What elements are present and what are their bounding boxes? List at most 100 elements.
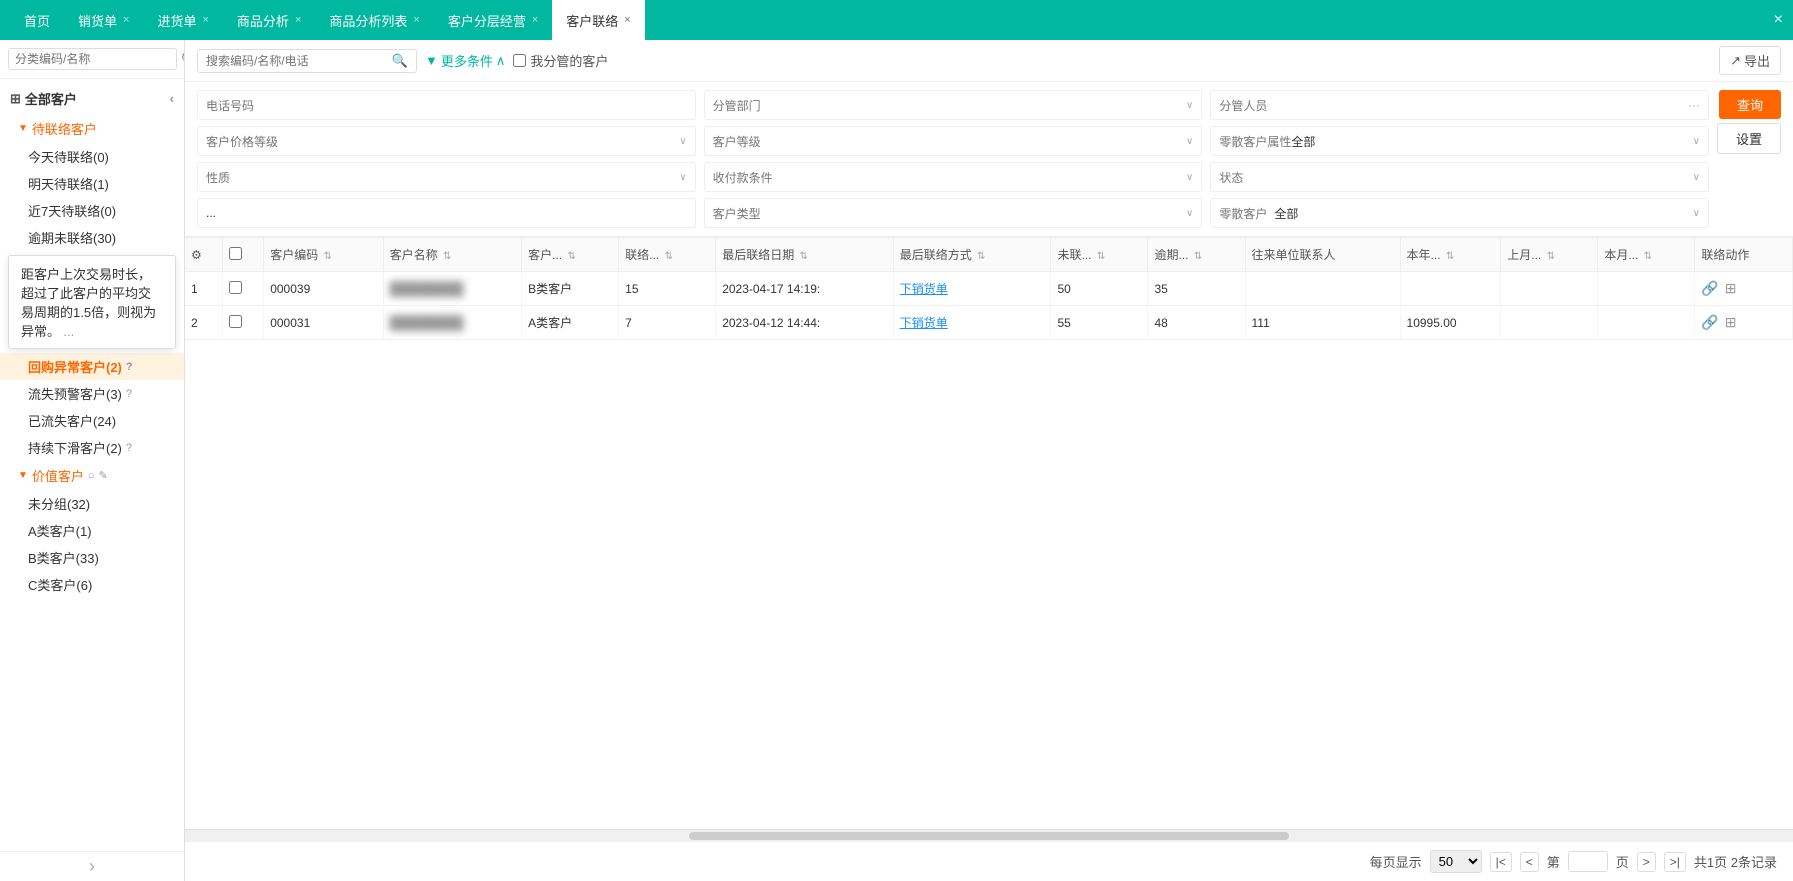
scroll-thumb[interactable]	[689, 832, 1289, 840]
phone-input[interactable]	[261, 98, 687, 112]
more-filters-button[interactable]: ▼ 更多条件 ∧	[425, 51, 505, 70]
filter-price-grade[interactable]: 客户价格等级 ∨	[197, 126, 696, 156]
gender-arrow-icon[interactable]: ∨	[679, 172, 686, 183]
sort-nc-icon[interactable]: ⇅	[1097, 251, 1105, 262]
price-grade-arrow-icon[interactable]: ∨	[679, 136, 686, 147]
last-page-button[interactable]: >|	[1664, 852, 1686, 872]
data-table: ⚙ 客户编码 ⇅ 客户名称 ⇅ 客户... ⇅ 联络... ⇅ 最后联络日期 ⇅…	[185, 238, 1793, 340]
status-arrow-icon[interactable]: ∨	[1693, 172, 1700, 183]
sidebar-overdue-pending[interactable]: 逾期未联络(30)	[0, 224, 184, 251]
my-customers-filter[interactable]: 我分管的客户	[513, 51, 608, 70]
row1-last-method[interactable]: 下销货单	[893, 272, 1051, 306]
sidebar-lost-customers[interactable]: 已流失客户(24)	[0, 407, 184, 434]
col-settings[interactable]: ⚙	[185, 238, 222, 272]
sort-type-icon[interactable]: ⇅	[567, 251, 575, 262]
query-button[interactable]: 查询	[1719, 90, 1781, 119]
nav-purchase-close-icon[interactable]: ×	[202, 14, 208, 26]
sidebar-all-customers[interactable]: ⊞ 全部客户 ‹	[0, 83, 184, 114]
sidebar-collapse-icon[interactable]: ‹	[170, 91, 174, 106]
filter-payment[interactable]: 收付款条件 ∨	[704, 162, 1203, 192]
filter-more-dots[interactable]: ...	[197, 198, 696, 228]
current-page-input[interactable]: 1	[1568, 851, 1608, 872]
filter-settings-button[interactable]: 设置	[1717, 123, 1781, 154]
filter-status[interactable]: 状态 ∨	[1210, 162, 1709, 192]
sort-lm-icon[interactable]: ⇅	[1547, 251, 1555, 262]
nav-pal-close-icon[interactable]: ×	[413, 14, 419, 26]
col-checkbox[interactable]	[222, 238, 264, 272]
nav-sales-order[interactable]: 销货单 ×	[64, 0, 143, 40]
sidebar-class-c[interactable]: C类客户(6)	[0, 571, 184, 598]
retail-attr-arrow-icon[interactable]: ∨	[1693, 136, 1700, 147]
row1-link-icon[interactable]: 🔗	[1701, 280, 1718, 297]
sidebar-repurchase-abnormal[interactable]: 回购异常客户(2) ?	[0, 353, 184, 380]
row1-action-buttons: 🔗 ⊞	[1701, 280, 1786, 297]
filter-customer-type[interactable]: 客户类型 ∨	[704, 198, 1203, 228]
retail-customer-arrow-icon[interactable]: ∨	[1693, 208, 1700, 219]
filter-customer-grade[interactable]: 客户等级 ∨	[704, 126, 1203, 156]
sort-name-icon[interactable]: ⇅	[443, 251, 451, 262]
row2-select[interactable]	[229, 315, 242, 328]
sidebar-today-pending[interactable]: 今天待联络(0)	[0, 143, 184, 170]
search-input[interactable]	[206, 54, 388, 68]
row1-select[interactable]	[229, 281, 242, 294]
nav-sales-close-icon[interactable]: ×	[123, 14, 129, 26]
sidebar-unclassified[interactable]: 未分组(32)	[0, 490, 184, 517]
nav-product-analysis[interactable]: 商品分析 ×	[223, 0, 315, 40]
sidebar-class-b[interactable]: B类客户(33)	[0, 544, 184, 571]
nav-purchase-order[interactable]: 进货单 ×	[143, 0, 222, 40]
row2-link-icon[interactable]: 🔗	[1701, 314, 1718, 331]
tooltip-more-icon[interactable]: ...	[63, 324, 74, 339]
first-page-button[interactable]: |<	[1490, 852, 1512, 872]
row2-grid-icon[interactable]: ⊞	[1725, 314, 1737, 331]
sort-date-icon[interactable]: ⇅	[800, 251, 808, 262]
sidebar-7day-pending[interactable]: 近7天待联络(0)	[0, 197, 184, 224]
sort-cc-icon[interactable]: ⇅	[665, 251, 673, 262]
sidebar-value-customers[interactable]: ▼ 价值客户 ○ ✎	[0, 461, 184, 490]
my-customers-checkbox[interactable]	[513, 54, 526, 67]
sort-ya-icon[interactable]: ⇅	[1446, 251, 1454, 262]
filter-retail-customer[interactable]: 零散客户 全部 ∨	[1210, 198, 1709, 228]
manager-dots-icon[interactable]: ···	[1688, 98, 1700, 112]
nav-cl-close-icon[interactable]: ×	[532, 14, 538, 26]
sort-tm-icon[interactable]: ⇅	[1644, 251, 1652, 262]
value-customer-settings-icon[interactable]: ✎	[99, 469, 108, 482]
filter-gender[interactable]: 性质 ∨	[197, 162, 696, 192]
repurchase-info-icon[interactable]: ?	[126, 361, 133, 373]
ctype-arrow-icon[interactable]: ∨	[1186, 208, 1193, 219]
row1-checkbox[interactable]	[222, 272, 264, 306]
prev-page-button[interactable]: <	[1520, 852, 1539, 872]
sidebar-expand-icon[interactable]: ›	[89, 856, 95, 877]
per-page-select[interactable]: 50 100 200	[1430, 850, 1482, 873]
value-customer-edit-icon[interactable]: ○	[88, 470, 95, 482]
nav-customer-contact[interactable]: 客户联络 ×	[552, 0, 644, 40]
row2-last-method[interactable]: 下销货单	[893, 306, 1051, 340]
payment-arrow-icon[interactable]: ∨	[1186, 172, 1193, 183]
export-button[interactable]: ↗ 导出	[1719, 46, 1781, 75]
department-arrow-icon[interactable]: ∨	[1186, 100, 1193, 111]
sort-od-icon[interactable]: ⇅	[1194, 251, 1202, 262]
sidebar-search-input[interactable]	[8, 48, 177, 70]
window-close-icon[interactable]: ×	[1774, 11, 1783, 29]
filter-retail-attr[interactable]: 零散客户属性 全部 ∨	[1210, 126, 1709, 156]
sidebar-declining[interactable]: 持续下滑客户(2) ?	[0, 434, 184, 461]
nav-cc-close-icon[interactable]: ×	[624, 14, 630, 26]
next-page-button[interactable]: >	[1637, 852, 1656, 872]
nav-customer-layered[interactable]: 客户分层经营 ×	[434, 0, 552, 40]
select-all-checkbox[interactable]	[229, 247, 242, 260]
toolbar-search-icon[interactable]: 🔍	[392, 53, 408, 69]
sidebar-pending-contact-group[interactable]: ▼ 待联络客户	[0, 114, 184, 143]
nav-product-analysis-list[interactable]: 商品分析列表 ×	[315, 0, 433, 40]
sort-method-icon[interactable]: ⇅	[977, 251, 985, 262]
sort-code-icon[interactable]: ⇅	[324, 251, 332, 262]
horizontal-scrollbar[interactable]	[185, 829, 1793, 841]
nav-pa-close-icon[interactable]: ×	[295, 14, 301, 26]
row2-checkbox[interactable]	[222, 306, 264, 340]
filter-department[interactable]: 分管部门 ∨	[704, 90, 1203, 120]
sidebar-tomorrow-pending[interactable]: 明天待联络(1)	[0, 170, 184, 197]
sidebar-class-a[interactable]: A类客户(1)	[0, 517, 184, 544]
filter-manager[interactable]: 分管人员 ···	[1210, 90, 1709, 120]
row1-grid-icon[interactable]: ⊞	[1725, 280, 1737, 297]
sidebar-lost-potential[interactable]: 流失预警客户(3) ?	[0, 380, 184, 407]
customer-grade-arrow-icon[interactable]: ∨	[1186, 136, 1193, 147]
nav-home[interactable]: 首页	[10, 0, 64, 40]
